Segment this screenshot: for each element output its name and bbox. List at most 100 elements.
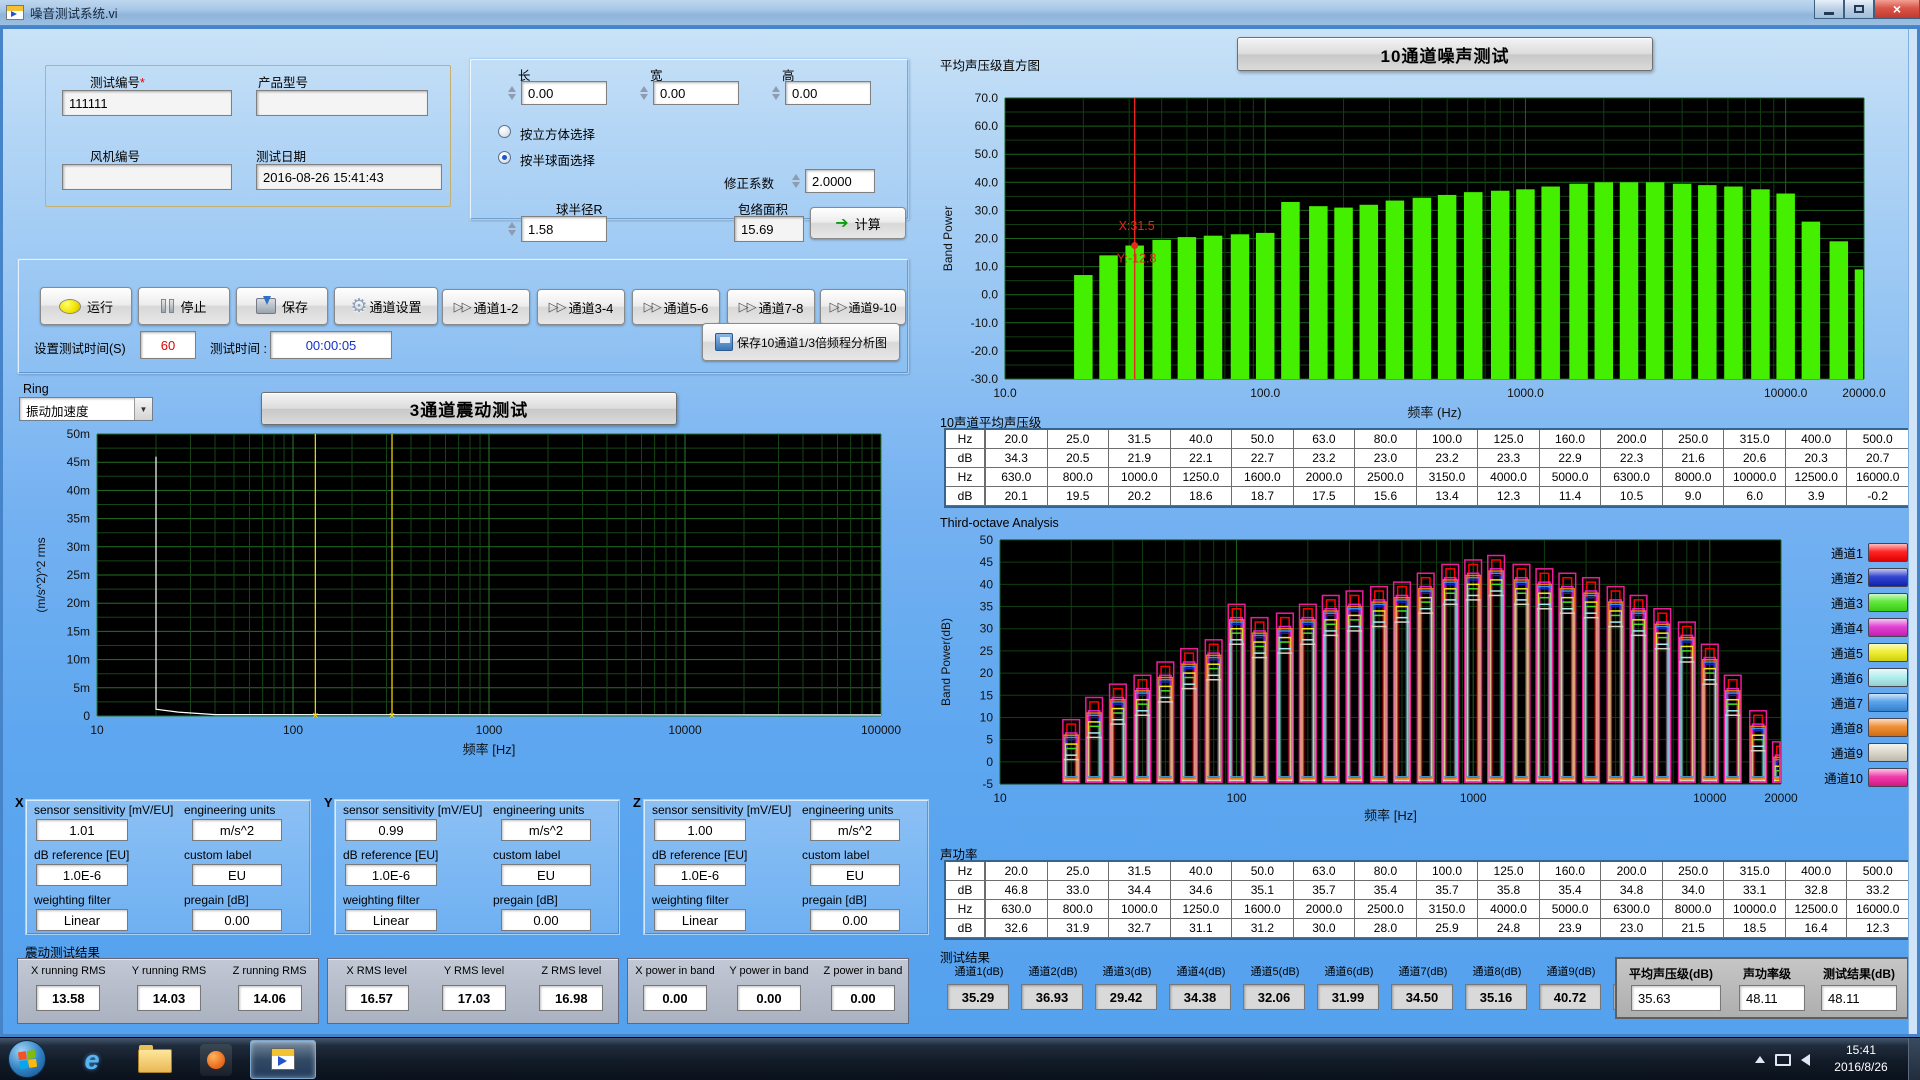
run-button[interactable]: 运行 — [40, 287, 132, 325]
spinner-arrows-icon[interactable] — [788, 169, 803, 193]
legend-item[interactable]: 通道2 — [1786, 565, 1908, 590]
radio-hemisphere[interactable] — [498, 151, 511, 164]
channel-1-2-button[interactable]: ▷▷ 通道1-2 — [442, 289, 530, 325]
custom-label-input[interactable]: EU — [501, 864, 591, 886]
legend-swatch — [1868, 618, 1908, 637]
sensitivity-input[interactable]: 0.99 — [345, 819, 437, 841]
tray-expand-icon[interactable] — [1755, 1056, 1765, 1063]
avg-spl-value: 35.63 — [1631, 985, 1721, 1011]
db-reference-input[interactable]: 1.0E-6 — [654, 864, 746, 886]
legend-item[interactable]: 通道9 — [1786, 740, 1908, 765]
svg-text:频率 [Hz]: 频率 [Hz] — [1364, 808, 1417, 823]
channel-7-8-button[interactable]: ▷▷ 通道7-8 — [727, 289, 815, 325]
result-value: 14.03 — [136, 985, 201, 1011]
panel-scrollbar[interactable] — [1908, 29, 1917, 1034]
close-button[interactable]: × — [1874, 0, 1920, 19]
units-input[interactable]: m/s^2 — [192, 819, 282, 841]
db-reference-input[interactable]: 1.0E-6 — [345, 864, 437, 886]
result-label: X power in band — [635, 965, 715, 977]
double-triangle-icon: ▷▷ — [643, 299, 662, 314]
svg-text:10: 10 — [90, 723, 104, 737]
width-stepper[interactable]: 0.00 — [636, 81, 739, 105]
sensitivity-input[interactable]: 1.01 — [36, 819, 128, 841]
chevron-down-icon[interactable]: ▼ — [134, 398, 152, 420]
table-cell: 40.0 — [1170, 862, 1233, 881]
table-cell: 20.5 — [1047, 449, 1110, 468]
third-octave-chart[interactable]: 50454035302520151050-510 100 1000 10000 2000… — [936, 532, 1814, 827]
svg-text:30.0: 30.0 — [975, 203, 999, 217]
pregain-input[interactable]: 0.00 — [810, 909, 900, 931]
media-player-icon[interactable] — [200, 1044, 232, 1076]
test-no-input[interactable]: 111111 — [62, 90, 232, 116]
custom-label-input[interactable]: EU — [192, 864, 282, 886]
sensitivity-label: sensor sensitivity [mV/EU] — [343, 803, 483, 817]
network-icon[interactable] — [1775, 1053, 1791, 1066]
maximize-button[interactable] — [1844, 0, 1874, 19]
table-cell: 30.0 — [1293, 919, 1356, 938]
spinner-arrows-icon[interactable] — [504, 81, 519, 105]
show-desktop-button[interactable] — [1908, 1038, 1920, 1080]
radius-stepper[interactable]: 1.58 — [504, 216, 607, 242]
signal-type-dropdown[interactable]: 振动加速度 ▼ — [19, 397, 153, 421]
correction-stepper[interactable]: 2.0000 — [788, 169, 875, 193]
minimize-button[interactable] — [1814, 0, 1844, 19]
radio-cube[interactable] — [498, 125, 511, 138]
internet-explorer-icon[interactable]: e — [76, 1044, 108, 1076]
calculate-button[interactable]: ➔ 计算 — [810, 207, 906, 239]
svg-text:(m/s^2)^2 rms: (m/s^2)^2 rms — [34, 537, 48, 612]
table-cell: -0.2 — [1847, 487, 1909, 506]
set-time-input[interactable]: 60 — [140, 331, 196, 359]
product-input[interactable] — [256, 90, 428, 116]
start-button[interactable] — [8, 1040, 46, 1078]
svg-text:10000: 10000 — [668, 723, 702, 737]
stop-button[interactable]: 停止 — [138, 287, 230, 325]
legend-item[interactable]: 通道5 — [1786, 640, 1908, 665]
legend-item[interactable]: 通道7 — [1786, 690, 1908, 715]
svg-text:-30.0: -30.0 — [971, 372, 999, 386]
spinner-arrows-icon[interactable] — [504, 216, 519, 242]
legend-item[interactable]: 通道4 — [1786, 615, 1908, 640]
db-reference-input[interactable]: 1.0E-6 — [36, 864, 128, 886]
save-button[interactable]: 保存 — [236, 287, 328, 325]
custom-label-input[interactable]: EU — [810, 864, 900, 886]
length-stepper[interactable]: 0.00 — [504, 81, 607, 105]
weighting-filter-input[interactable]: Linear — [36, 909, 128, 931]
svg-text:20m: 20m — [67, 596, 90, 610]
weighting-filter-input[interactable]: Linear — [345, 909, 437, 931]
legend-item[interactable]: 通道6 — [1786, 665, 1908, 690]
table-cell: 1600.0 — [1232, 900, 1294, 919]
average-spl-histogram[interactable]: 70.0 60.0 50.0 40.0 30.0 20.0 10.0 0.0 -10.0 -20.… — [936, 71, 1888, 421]
spinner-arrows-icon[interactable] — [636, 81, 651, 105]
labview-taskbar-item[interactable] — [250, 1040, 316, 1079]
spinner-arrows-icon[interactable] — [768, 81, 783, 105]
channel-9-10-button[interactable]: ▷▷ 通道9-10 — [820, 289, 906, 325]
explorer-folder-icon[interactable] — [138, 1045, 172, 1073]
sensitivity-input[interactable]: 1.00 — [654, 819, 746, 841]
date-input[interactable]: 2016-08-26 15:41:43 — [256, 164, 442, 190]
save-octave-graph-button[interactable]: 保存10通道1/3倍频程分析图 — [702, 323, 900, 361]
set-time-label: 设置测试时间(S) — [34, 342, 126, 356]
legend-swatch — [1868, 743, 1908, 762]
legend-item[interactable]: 通道3 — [1786, 590, 1908, 615]
vibration-spectrum-chart[interactable]: 50m 45m 40m 35m 30m 25m 20m 15m 10m 5m 010 100 1000 1… — [29, 428, 909, 768]
svg-text:10.0: 10.0 — [975, 260, 999, 274]
channel-setup-button[interactable]: ⚙ 通道设置 — [334, 287, 438, 325]
channel-3-4-button[interactable]: ▷▷ 通道3-4 — [537, 289, 625, 325]
volume-icon[interactable] — [1801, 1053, 1810, 1066]
pregain-input[interactable]: 0.00 — [501, 909, 591, 931]
legend-item[interactable]: 通道1 — [1786, 540, 1908, 565]
pregain-input[interactable]: 0.00 — [192, 909, 282, 931]
legend-label: 通道2 — [1831, 572, 1863, 586]
pregain-label: pregain [dB] — [184, 893, 249, 907]
dropdown-value: 振动加速度 — [26, 405, 89, 419]
legend-item[interactable]: 通道10 — [1786, 765, 1908, 790]
taskbar-clock[interactable]: 15:41 2016/8/26 — [1816, 1042, 1906, 1076]
height-stepper[interactable]: 0.00 — [768, 81, 871, 105]
units-input[interactable]: m/s^2 — [810, 819, 900, 841]
legend-item[interactable]: 通道8 — [1786, 715, 1908, 740]
units-input[interactable]: m/s^2 — [501, 819, 591, 841]
weighting-filter-input[interactable]: Linear — [654, 909, 746, 931]
fan-input[interactable] — [62, 164, 232, 190]
channel-5-6-button[interactable]: ▷▷ 通道5-6 — [632, 289, 720, 325]
table-cell: 18.7 — [1232, 487, 1294, 506]
